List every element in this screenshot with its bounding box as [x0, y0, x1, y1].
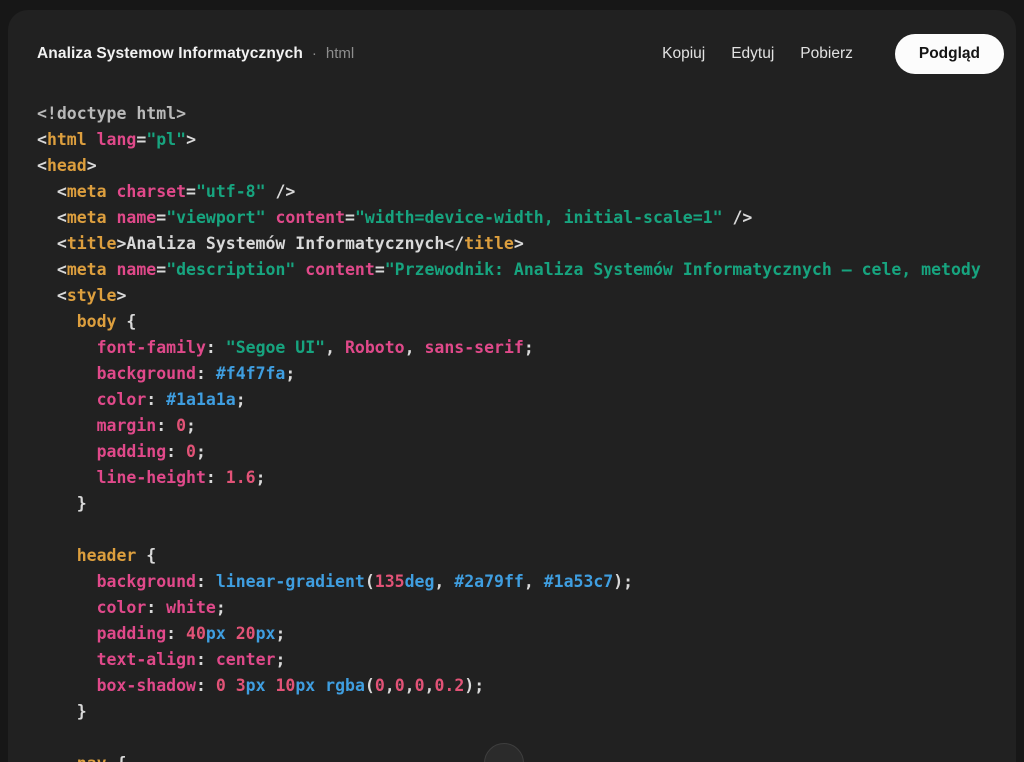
- title-group: Analiza Systemow Informatycznych · html: [37, 45, 354, 63]
- code-line: body {: [76, 312, 137, 331]
- code-line: <meta name="viewport" content="width=dev…: [37, 208, 753, 227]
- page-background: { "titlebar": { "title": "Analiza System…: [0, 0, 1024, 762]
- code-line: <meta charset="utf-8" />: [37, 182, 296, 201]
- artifact-card: Analiza Systemow Informatycznych · html …: [8, 10, 1016, 762]
- code-line: header {: [76, 546, 157, 565]
- code-line: font-family: "Segoe UI", Roboto, sans-se…: [96, 338, 534, 357]
- code-line: <head>: [37, 156, 97, 175]
- copy-button[interactable]: Kopiuj: [662, 45, 705, 63]
- code-line: <html lang="pl">: [37, 130, 196, 149]
- code-line: }: [37, 494, 87, 513]
- code-line: <meta name="description" content="Przewo…: [37, 260, 981, 279]
- code-line: <title>Analiza Systemów Informatycznych<…: [37, 234, 524, 253]
- code-line: background: #f4f7fa;: [96, 364, 296, 383]
- code-line: <style>: [37, 286, 127, 305]
- code-line: color: white;: [96, 598, 226, 617]
- code-line: color: #1a1a1a;: [96, 390, 246, 409]
- code-line: padding: 0;: [96, 442, 206, 461]
- code-line: text-align: center;: [96, 650, 286, 669]
- artifact-title: Analiza Systemow Informatycznych: [37, 45, 303, 62]
- title-separator: ·: [311, 45, 317, 62]
- download-button[interactable]: Pobierz: [800, 45, 853, 63]
- code-line: }: [37, 702, 87, 721]
- artifact-titlebar: Analiza Systemow Informatycznych · html …: [8, 10, 1016, 92]
- code-line: margin: 0;: [96, 416, 196, 435]
- code-block[interactable]: <!doctype html> <html lang="pl"> <head> <m…: [8, 92, 1016, 762]
- code-line: line-height: 1.6;: [96, 468, 266, 487]
- code-line: background: linear-gradient(135deg, #2a7…: [96, 572, 634, 591]
- code-line: nav {: [37, 751, 1016, 762]
- preview-button[interactable]: Podgląd: [894, 34, 1004, 74]
- code-line: <!doctype html>: [37, 104, 187, 123]
- edit-button[interactable]: Edytuj: [731, 45, 774, 63]
- code-line: box-shadow: 0 3px 10px rgba(0,0,0,0.2);: [96, 676, 485, 695]
- artifact-type-label: html: [325, 45, 355, 62]
- code-line: padding: 40px 20px;: [96, 624, 286, 643]
- titlebar-actions: Kopiuj Edytuj Pobierz Podgląd: [662, 34, 1004, 74]
